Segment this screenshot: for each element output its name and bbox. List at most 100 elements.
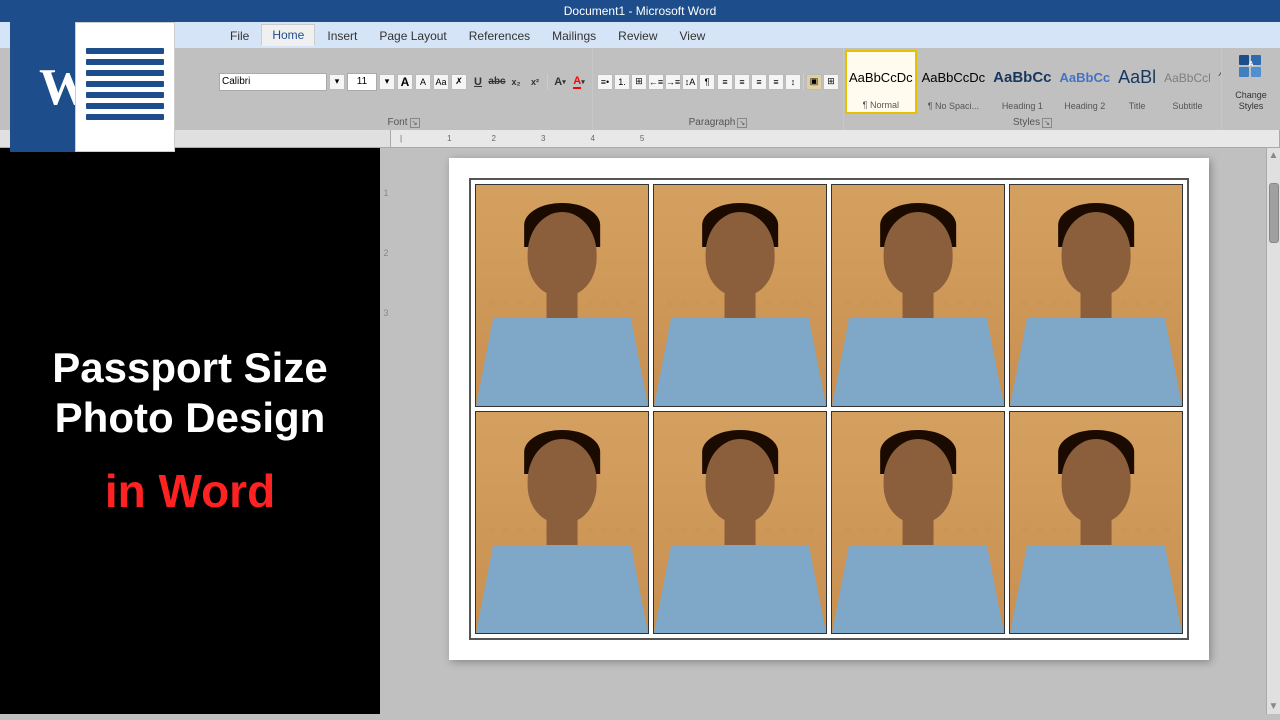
photo-cell-2-3 <box>831 411 1005 634</box>
shirt <box>1010 545 1182 633</box>
doc-line <box>86 92 164 98</box>
sort-btn[interactable]: ↕A <box>682 74 698 90</box>
doc-line <box>86 48 164 54</box>
style-heading1[interactable]: AaBbCc Heading 1 <box>990 50 1054 114</box>
increase-indent-btn[interactable]: →≡ <box>665 74 681 90</box>
person-photo <box>832 185 1004 406</box>
underline-btn[interactable]: abc <box>488 73 506 91</box>
highlight-color-btn[interactable]: A ▾ <box>551 73 569 91</box>
bold-btn[interactable]: U <box>469 73 487 91</box>
photo-cell-1-2 <box>653 184 827 407</box>
style-title-preview: AaBl <box>1118 55 1156 101</box>
style-subtitle[interactable]: AaBbCcl Subtitle <box>1161 50 1214 114</box>
photo-cell-2-1 <box>475 411 649 634</box>
document-area <box>392 148 1266 714</box>
align-center-btn[interactable]: ≡ <box>734 74 750 90</box>
styles-expand-icon[interactable]: ↘ <box>1042 118 1052 128</box>
person-photo <box>832 412 1004 633</box>
change-styles-btn[interactable]: A Change Styles <box>1222 48 1280 116</box>
tab-review[interactable]: Review <box>608 25 667 46</box>
clear-formatting-btn[interactable]: ✗ <box>451 74 467 90</box>
justify-btn[interactable]: ≡ <box>768 74 784 90</box>
photo-cell-2-4 <box>1009 411 1183 634</box>
neck <box>1081 291 1112 318</box>
font-size-input[interactable]: 11 <box>347 73 377 91</box>
numbering-btn[interactable]: 1. <box>614 74 630 90</box>
tab-references[interactable]: References <box>459 25 540 46</box>
font-color-btn[interactable]: A ▾ <box>570 73 588 91</box>
neck <box>547 518 578 545</box>
scrollbar-vertical[interactable]: ▲ ▼ <box>1266 148 1280 714</box>
style-no-spacing-preview: AaBbCcDc <box>922 55 986 101</box>
decrease-indent-btn[interactable]: ←≡ <box>648 74 664 90</box>
face <box>884 212 953 296</box>
photo-cell-1-1 <box>475 184 649 407</box>
style-heading2-preview: AaBbCc <box>1060 55 1111 101</box>
style-subtle-em[interactable]: AaBbCcl Subtle Em... <box>1216 50 1221 114</box>
align-right-btn[interactable]: ≡ <box>751 74 767 90</box>
paragraph-expand-icon[interactable]: ↘ <box>737 118 747 128</box>
bullets-btn[interactable]: ≡• <box>597 74 613 90</box>
style-heading1-label: Heading 1 <box>1002 101 1043 111</box>
style-no-spacing[interactable]: AaBbCcDc ¶ No Spaci... <box>919 50 989 114</box>
style-no-spacing-label: ¶ No Spaci... <box>928 101 979 111</box>
scroll-thumb[interactable] <box>1269 183 1279 243</box>
font-shrink-btn[interactable]: A <box>415 74 431 90</box>
main-area: Passport Size Photo Design in Word 1 2 3 <box>0 148 1280 714</box>
style-subtle-em-label: Subtle Em... <box>1219 91 1221 111</box>
font-group-label: Font ↘ <box>219 115 588 130</box>
sidebar-subtitle: in Word <box>20 464 360 519</box>
line-spacing-btn[interactable]: ↕ <box>785 74 801 90</box>
subscript-btn[interactable]: x₂ <box>507 73 525 91</box>
doc-line <box>86 114 164 120</box>
scroll-down-arrow[interactable]: ▼ <box>1267 699 1280 714</box>
photo-cell-2-2 <box>653 411 827 634</box>
change-styles-label: Change Styles <box>1223 90 1279 112</box>
doc-line <box>86 81 164 87</box>
shading-btn[interactable]: ▣ <box>806 74 822 90</box>
scroll-up-arrow[interactable]: ▲ <box>1267 148 1280 163</box>
shirt <box>832 318 1004 406</box>
style-normal[interactable]: AaBbCcDc ¶ Normal <box>845 50 917 114</box>
change-case-btn[interactable]: Aa <box>433 74 449 90</box>
font-size-dropdown[interactable]: ▾ <box>379 74 395 90</box>
multilevel-list-btn[interactable]: ⊞ <box>631 74 647 90</box>
paragraph-group: ≡• 1. ⊞ ←≡ →≡ ↕A ¶ ≡ ≡ ≡ ≡ ↕ ▣ ⊞ Paragra… <box>593 48 844 130</box>
photo-cell-1-3 <box>831 184 1005 407</box>
style-heading2[interactable]: AaBbCc Heading 2 <box>1057 50 1114 114</box>
tab-insert[interactable]: Insert <box>317 25 367 46</box>
tab-mailings[interactable]: Mailings <box>542 25 606 46</box>
borders-btn[interactable]: ⊞ <box>823 74 839 90</box>
photo-grid <box>469 178 1189 640</box>
doc-line <box>86 103 164 109</box>
font-controls: Calibri ▾ 11 ▾ A A Aa ✗ U abc x₂ x² A ▾ <box>219 48 588 115</box>
person-photo <box>476 412 648 633</box>
tab-home[interactable]: Home <box>261 24 315 46</box>
document-page <box>449 158 1209 660</box>
paragraph-group-label: Paragraph ↘ <box>597 115 839 130</box>
tab-file[interactable]: File <box>220 25 259 46</box>
style-heading1-preview: AaBbCc <box>993 55 1051 101</box>
style-title[interactable]: AaBl Title <box>1115 50 1159 114</box>
neck <box>725 291 756 318</box>
show-hide-btn[interactable]: ¶ <box>699 74 715 90</box>
tab-page-layout[interactable]: Page Layout <box>369 25 456 46</box>
font-name-input[interactable]: Calibri <box>219 73 327 91</box>
face <box>528 212 597 296</box>
superscript-btn[interactable]: x² <box>526 73 544 91</box>
font-name-row: Calibri ▾ 11 ▾ A A Aa ✗ <box>219 73 467 91</box>
neck <box>1081 518 1112 545</box>
word-doc-icon <box>75 22 175 152</box>
tab-view[interactable]: View <box>670 25 716 46</box>
font-expand-icon[interactable]: ↘ <box>410 118 420 128</box>
font-grow-btn[interactable]: A <box>397 74 413 90</box>
style-subtitle-preview: AaBbCcl <box>1164 55 1211 101</box>
face <box>1062 439 1131 523</box>
face <box>528 439 597 523</box>
shirt <box>476 545 648 633</box>
person-photo <box>654 185 826 406</box>
font-name-dropdown[interactable]: ▾ <box>329 74 345 90</box>
align-left-btn[interactable]: ≡ <box>717 74 733 90</box>
font-format-row: U abc x₂ x² A ▾ A ▾ <box>469 73 588 91</box>
face <box>1062 212 1131 296</box>
